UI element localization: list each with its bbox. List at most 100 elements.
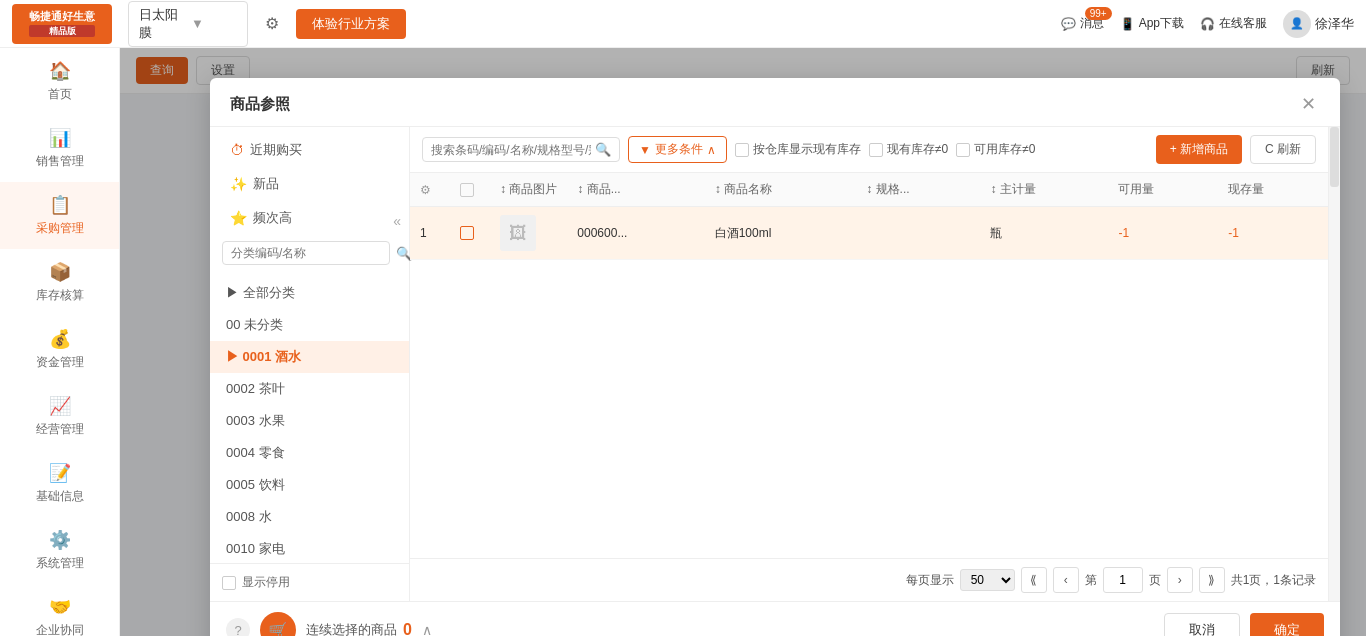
page-number-input[interactable] [1103, 567, 1143, 593]
filter-label: 更多条件 [655, 141, 703, 158]
col-name[interactable]: ↕ 商品名称 [705, 173, 857, 207]
category-item-0005[interactable]: 0005 饮料 [210, 469, 409, 501]
product-search-icon[interactable]: 🔍 [595, 142, 611, 157]
category-item-00[interactable]: 00 未分类 [210, 309, 409, 341]
quick-item-recent[interactable]: ⏱ 近期购买 [222, 135, 389, 165]
sidebar-item-basic-info[interactable]: 📝 基础信息 [0, 450, 119, 517]
table-scrollbar[interactable] [1328, 127, 1340, 601]
first-page-btn[interactable]: ⟪ [1021, 567, 1047, 593]
product-table-container: ⚙ ↕ 商品图片 ↕ 商品... ↕ 商品名称 [410, 173, 1328, 558]
col-spec-label: ↕ 规格... [866, 182, 909, 196]
col-available[interactable]: 可用量 [1108, 173, 1218, 207]
filter-more-btn[interactable]: ▼ 更多条件 ∧ [628, 136, 727, 163]
app-edition: 精品版 [29, 25, 95, 38]
app-download-btn[interactable]: 📱 App下载 [1120, 15, 1184, 32]
col-unit-label: ↕ 主计量 [990, 182, 1035, 196]
modal-close-button[interactable]: ✕ [1296, 92, 1320, 116]
quick-item-frequent[interactable]: ⭐ 频次高 [222, 203, 389, 233]
category-item-0003[interactable]: 0003 水果 [210, 405, 409, 437]
sidebar-label-sales: 销售管理 [36, 153, 84, 170]
available-nonzero-checkbox[interactable] [956, 143, 970, 157]
product-search-input[interactable] [431, 143, 591, 157]
select-count: 0 [403, 621, 412, 636]
product-image: 🖼 [500, 215, 536, 251]
show-disabled-checkbox[interactable] [222, 576, 236, 590]
refresh-table-btn[interactable]: C 刷新 [1250, 135, 1316, 164]
confirm-button[interactable]: 确定 [1250, 613, 1324, 636]
scrollbar-thumb[interactable] [1330, 127, 1339, 187]
category-0010-label: 0010 家电 [226, 540, 285, 558]
col-stock[interactable]: 现存量 [1218, 173, 1328, 207]
category-0005-label: 0005 饮料 [226, 476, 285, 494]
sidebar-item-operations[interactable]: 📈 经营管理 [0, 383, 119, 450]
select-all-checkbox[interactable] [460, 183, 474, 197]
home-icon: 🏠 [49, 60, 71, 82]
col-settings[interactable]: ⚙ [410, 173, 450, 207]
online-service-btn[interactable]: 🎧 在线客服 [1200, 15, 1267, 32]
col-unit[interactable]: ↕ 主计量 [980, 173, 1108, 207]
product-table: ⚙ ↕ 商品图片 ↕ 商品... ↕ 商品名称 [410, 173, 1328, 260]
sidebar-item-home[interactable]: 🏠 首页 [0, 48, 119, 115]
sidebar-item-sales[interactable]: 📊 销售管理 [0, 115, 119, 182]
prev-page-btn[interactable]: ‹ [1053, 567, 1079, 593]
footer-collapse-icon[interactable]: ∧ [422, 622, 432, 636]
store-name: 日太阳膜 [139, 6, 185, 42]
quick-item-new[interactable]: ✨ 新品 [222, 169, 389, 199]
left-panel: ⏱ 近期购买 ✨ 新品 ⭐ 频次高 « [210, 127, 410, 601]
category-item-0004[interactable]: 0004 零食 [210, 437, 409, 469]
user-menu[interactable]: 👤 徐泽华 [1283, 10, 1354, 38]
basic-info-icon: 📝 [49, 462, 71, 484]
category-item-0001[interactable]: ▶ 0001 酒水 [210, 341, 409, 373]
trial-button[interactable]: 体验行业方案 [296, 9, 406, 39]
sidebar-item-system[interactable]: ⚙️ 系统管理 [0, 517, 119, 584]
sidebar-item-inventory[interactable]: 📦 库存核算 [0, 249, 119, 316]
operations-icon: 📈 [49, 395, 71, 417]
col-code[interactable]: ↕ 商品... [567, 173, 704, 207]
product-name: 白酒100ml [715, 226, 772, 240]
sidebar-label-home: 首页 [48, 86, 72, 103]
next-page-btn[interactable]: › [1167, 567, 1193, 593]
cancel-button[interactable]: 取消 [1164, 613, 1240, 636]
add-product-btn[interactable]: + 新增商品 [1156, 135, 1242, 164]
row-num: 1 [410, 207, 450, 260]
sidebar-item-purchase[interactable]: 📋 采购管理 [0, 182, 119, 249]
sidebar-item-finance[interactable]: 💰 资金管理 [0, 316, 119, 383]
last-page-btn[interactable]: ⟫ [1199, 567, 1225, 593]
available-nonzero-checkbox-label[interactable]: 可用库存≠0 [956, 141, 1035, 158]
page-word-2: 页 [1149, 572, 1161, 589]
per-page-select[interactable]: 50 10 20 100 [960, 569, 1015, 591]
settings-icon[interactable]: ⚙ [256, 8, 288, 40]
store-selector[interactable]: 日太阳膜 ▼ [128, 1, 248, 47]
app-logo: 畅捷通好生意 精品版 [12, 4, 112, 44]
cart-icon[interactable]: 🛒 [260, 612, 296, 636]
left-panel-bottom: 显示停用 [210, 563, 409, 601]
table-row[interactable]: 1 🖼 000600... [410, 207, 1328, 260]
category-item-0010[interactable]: 0010 家电 [210, 533, 409, 563]
category-0001-label: ▶ 0001 酒水 [226, 348, 301, 366]
footer-action-buttons: 取消 确定 [1164, 613, 1324, 636]
warehouse-display-checkbox-label[interactable]: 按仓库显示现有库存 [735, 141, 861, 158]
main-layout: 🏠 首页 📊 销售管理 📋 采购管理 📦 库存核算 💰 资金管理 📈 经营管理 … [0, 48, 1366, 636]
stock-nonzero-checkbox[interactable] [869, 143, 883, 157]
category-item-0008[interactable]: 0008 水 [210, 501, 409, 533]
collapse-left-panel-btn[interactable]: « [389, 209, 405, 233]
system-icon: ⚙️ [49, 529, 71, 551]
message-btn[interactable]: 💬 消息 99+ [1061, 15, 1104, 32]
col-spec[interactable]: ↕ 规格... [856, 173, 980, 207]
sidebar-label-finance: 资金管理 [36, 354, 84, 371]
pagination-bar: 每页显示 50 10 20 100 ⟪ ‹ 第 页 › ⟫ [410, 558, 1328, 601]
category-item-0002[interactable]: 0002 茶叶 [210, 373, 409, 405]
warehouse-display-checkbox[interactable] [735, 143, 749, 157]
row-checkbox[interactable] [460, 226, 474, 240]
column-settings-icon[interactable]: ⚙ [420, 183, 431, 197]
app-name: 畅捷通好生意 [29, 10, 95, 23]
product-code: 000600... [577, 226, 627, 240]
category-item-all[interactable]: ▶ 全部分类 [210, 277, 409, 309]
sidebar-item-enterprise[interactable]: 🤝 企业协同 [0, 584, 119, 636]
sales-icon: 📊 [49, 127, 71, 149]
product-reference-modal: 商品参照 ✕ ⏱ 近期购买 ✨ 新品 [210, 78, 1340, 636]
show-disabled-toggle[interactable]: 显示停用 [222, 574, 397, 591]
stock-nonzero-checkbox-label[interactable]: 现有库存≠0 [869, 141, 948, 158]
category-search-input[interactable] [222, 241, 390, 265]
help-btn[interactable]: ? [226, 618, 250, 636]
